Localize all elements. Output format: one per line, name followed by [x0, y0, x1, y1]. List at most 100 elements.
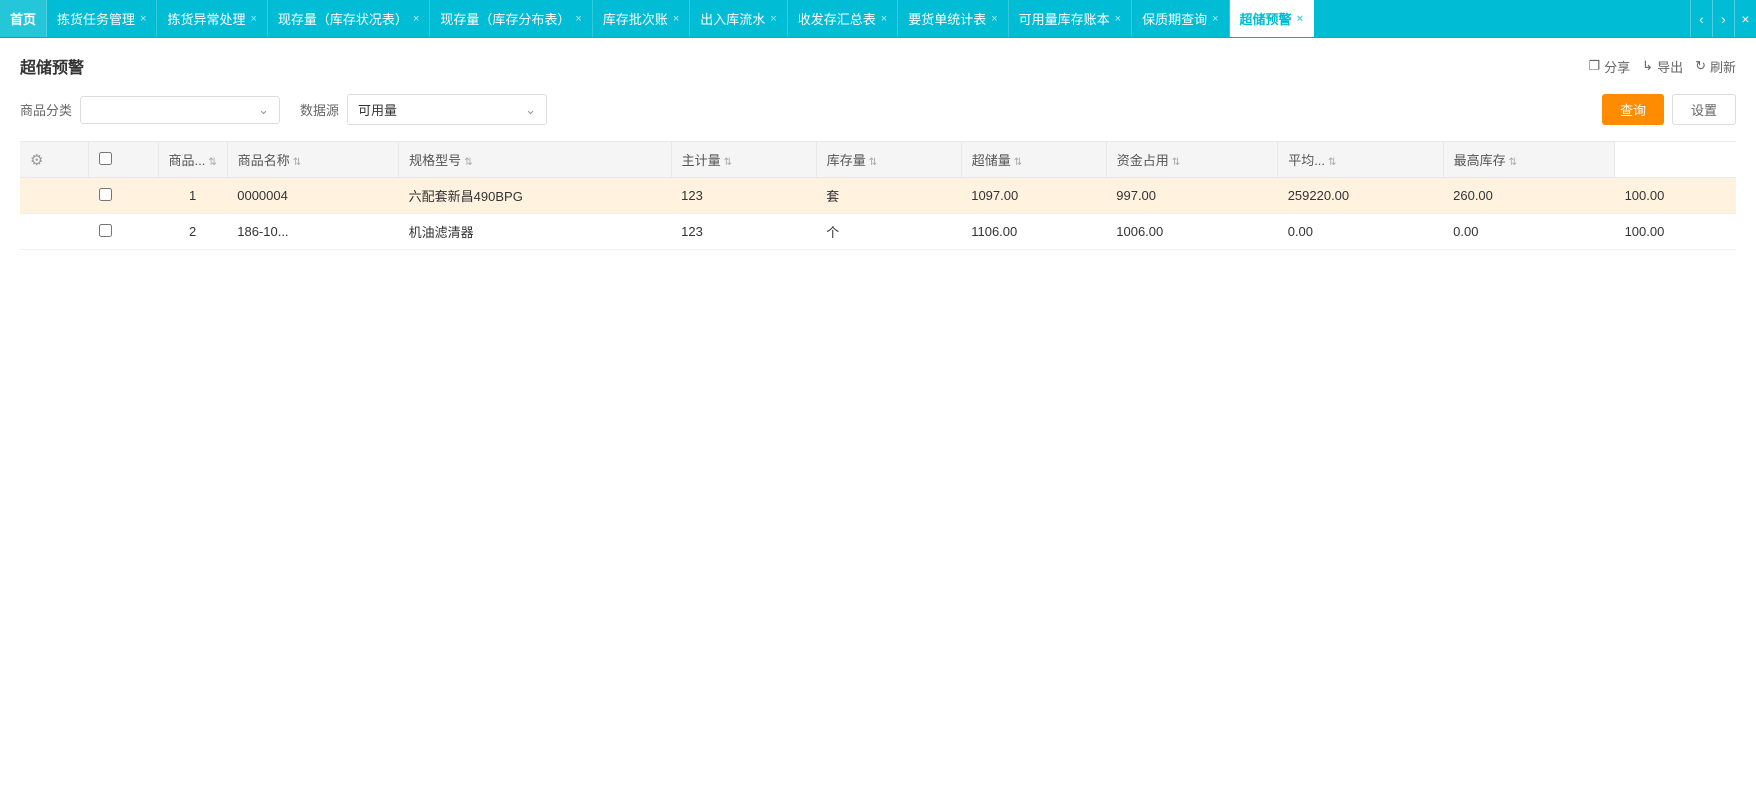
nav-tab-6[interactable]: 收发存汇总表× — [788, 0, 898, 37]
col-header-spec[interactable]: 规格型号⇅ — [399, 142, 671, 178]
data-table: ⚙ 商品...⇅商品名称⇅规格型号⇅主计量⇅库存量⇅超储量⇅资金占用⇅平均...⇅… — [20, 141, 1736, 250]
sort-icon-product_name: ⇅ — [293, 157, 301, 168]
col-header-product_code[interactable]: 商品...⇅ — [158, 142, 227, 178]
nav-tab-0[interactable]: 拣货任务管理× — [47, 0, 157, 37]
product_name-cell-0: 六配套新昌490BPG — [399, 178, 671, 214]
nav-tab-3[interactable]: 现存量（库存分布表）× — [430, 0, 592, 37]
refresh-label: 刷新 — [1710, 57, 1736, 76]
datasource-filter-label: 数据源 — [300, 100, 339, 119]
header-actions: ❐ 分享 ↳ 导出 ↻ 刷新 — [1588, 57, 1736, 76]
gear-icon[interactable]: ⚙ — [30, 152, 43, 169]
col-header-checkbox[interactable] — [89, 142, 158, 178]
sort-icon-spec: ⇅ — [464, 157, 472, 168]
nav-tab-close-7[interactable]: × — [991, 13, 997, 25]
overstock-cell-1: 1006.00 — [1106, 214, 1277, 250]
nav-tab-close-4[interactable]: × — [673, 13, 679, 25]
nav-tab-close-6[interactable]: × — [881, 13, 887, 25]
max_stock-cell-1: 100.00 — [1615, 214, 1736, 250]
refresh-button[interactable]: ↻ 刷新 — [1695, 57, 1736, 76]
overstock-cell-0: 997.00 — [1106, 178, 1277, 214]
nav-arrows: ‹ › × — [1690, 0, 1756, 38]
stock-cell-1: 1106.00 — [961, 214, 1106, 250]
nav-tab-close-0[interactable]: × — [140, 13, 146, 25]
col-header-product_name[interactable]: 商品名称⇅ — [227, 142, 398, 178]
row-checkbox-1[interactable] — [99, 224, 112, 237]
unit-cell-0: 套 — [816, 178, 961, 214]
nav-tab-close-10[interactable]: × — [1297, 13, 1303, 25]
row-checkbox-0[interactable] — [99, 188, 112, 201]
nav-tab-4[interactable]: 库存批次账× — [593, 0, 690, 37]
sort-icon-avg: ⇅ — [1328, 157, 1336, 168]
category-select[interactable]: ⌄ — [80, 96, 280, 124]
page-title: 超储预警 — [20, 54, 84, 78]
spec-cell-1: 123 — [671, 214, 816, 250]
table-row: 10000004六配套新昌490BPG123套1097.00997.002592… — [20, 178, 1736, 214]
col-header-max_stock[interactable]: 最高库存⇅ — [1443, 142, 1614, 178]
sort-icon-unit: ⇅ — [724, 157, 732, 168]
sort-icon-product_code: ⇅ — [208, 157, 216, 168]
sort-icon-max_stock: ⇅ — [1509, 157, 1517, 168]
col-header-overstock[interactable]: 超储量⇅ — [961, 142, 1106, 178]
category-filter-label: 商品分类 — [20, 100, 72, 119]
nav-tab-7[interactable]: 要货单统计表× — [898, 0, 1008, 37]
nav-home[interactable]: 首页 — [0, 0, 47, 37]
product_code-cell-0: 0000004 — [227, 178, 398, 214]
nav-tab-close-1[interactable]: × — [250, 13, 256, 25]
nav-tab-9[interactable]: 保质期查询× — [1132, 0, 1229, 37]
share-button[interactable]: ❐ 分享 — [1588, 57, 1630, 76]
sort-icon-stock: ⇅ — [869, 157, 877, 168]
nav-tab-10[interactable]: 超储预警× — [1230, 0, 1314, 37]
filter-actions: 查询 设置 — [1602, 94, 1736, 125]
nav-next-button[interactable]: › — [1712, 0, 1734, 38]
nav-tab-close-9[interactable]: × — [1212, 13, 1218, 25]
sort-icon-overstock: ⇅ — [1014, 157, 1022, 168]
product_code-cell-1: 186-10... — [227, 214, 398, 250]
export-button[interactable]: ↳ 导出 — [1642, 57, 1683, 76]
export-label: 导出 — [1657, 57, 1683, 76]
col-header-unit[interactable]: 主计量⇅ — [671, 142, 816, 178]
unit-cell-1: 个 — [816, 214, 961, 250]
datasource-filter-group: 数据源 可用量 ⌄ — [300, 94, 547, 125]
nav-tab-8[interactable]: 可用量库存账本× — [1009, 0, 1132, 37]
settings-button[interactable]: 设置 — [1672, 94, 1736, 125]
nav-tab-close-8[interactable]: × — [1115, 13, 1121, 25]
refresh-icon: ↻ — [1695, 58, 1706, 74]
page-header: 超储预警 ❐ 分享 ↳ 导出 ↻ 刷新 — [20, 54, 1736, 78]
datasource-select[interactable]: 可用量 ⌄ — [347, 94, 547, 125]
nav-tab-close-3[interactable]: × — [575, 13, 581, 25]
filter-row: 商品分类 ⌄ 数据源 可用量 ⌄ 查询 设置 — [20, 94, 1736, 125]
table-row: 2186-10...机油滤清器123个1106.001006.000.000.0… — [20, 214, 1736, 250]
stock-cell-0: 1097.00 — [961, 178, 1106, 214]
query-button[interactable]: 查询 — [1602, 94, 1664, 125]
capital-cell-1: 0.00 — [1278, 214, 1443, 250]
col-header-stock[interactable]: 库存量⇅ — [816, 142, 961, 178]
product_name-cell-1: 机油滤清器 — [399, 214, 671, 250]
nav-tab-close-2[interactable]: × — [413, 13, 419, 25]
page-content: 超储预警 ❐ 分享 ↳ 导出 ↻ 刷新 商品分类 ⌄ 数据源 — [0, 38, 1756, 800]
row-number-1: 2 — [158, 214, 227, 250]
select-all-checkbox[interactable] — [99, 152, 112, 165]
col-header-capital[interactable]: 资金占用⇅ — [1106, 142, 1277, 178]
share-label: 分享 — [1604, 57, 1630, 76]
nav-home-label: 首页 — [10, 9, 36, 28]
sort-icon-capital: ⇅ — [1172, 157, 1180, 168]
spec-cell-0: 123 — [671, 178, 816, 214]
col-header-settings: ⚙ — [20, 142, 89, 178]
nav-tab-5[interactable]: 出入库流水× — [690, 0, 787, 37]
avg-cell-1: 0.00 — [1443, 214, 1614, 250]
top-nav: 首页 拣货任务管理×拣货异常处理×现存量（库存状况表）×现存量（库存分布表）×库… — [0, 0, 1756, 38]
max_stock-cell-0: 100.00 — [1615, 178, 1736, 214]
nav-tab-1[interactable]: 拣货异常处理× — [157, 0, 267, 37]
capital-cell-0: 259220.00 — [1278, 178, 1443, 214]
category-filter-group: 商品分类 ⌄ — [20, 96, 280, 124]
category-select-arrow: ⌄ — [258, 102, 269, 118]
row-number-0: 1 — [158, 178, 227, 214]
nav-close-button[interactable]: × — [1734, 0, 1756, 38]
datasource-select-value: 可用量 — [358, 100, 397, 119]
nav-tab-2[interactable]: 现存量（库存状况表）× — [268, 0, 430, 37]
col-header-avg[interactable]: 平均...⇅ — [1278, 142, 1443, 178]
nav-prev-button[interactable]: ‹ — [1690, 0, 1712, 38]
avg-cell-0: 260.00 — [1443, 178, 1614, 214]
export-icon: ↳ — [1642, 58, 1653, 74]
nav-tab-close-5[interactable]: × — [770, 13, 776, 25]
